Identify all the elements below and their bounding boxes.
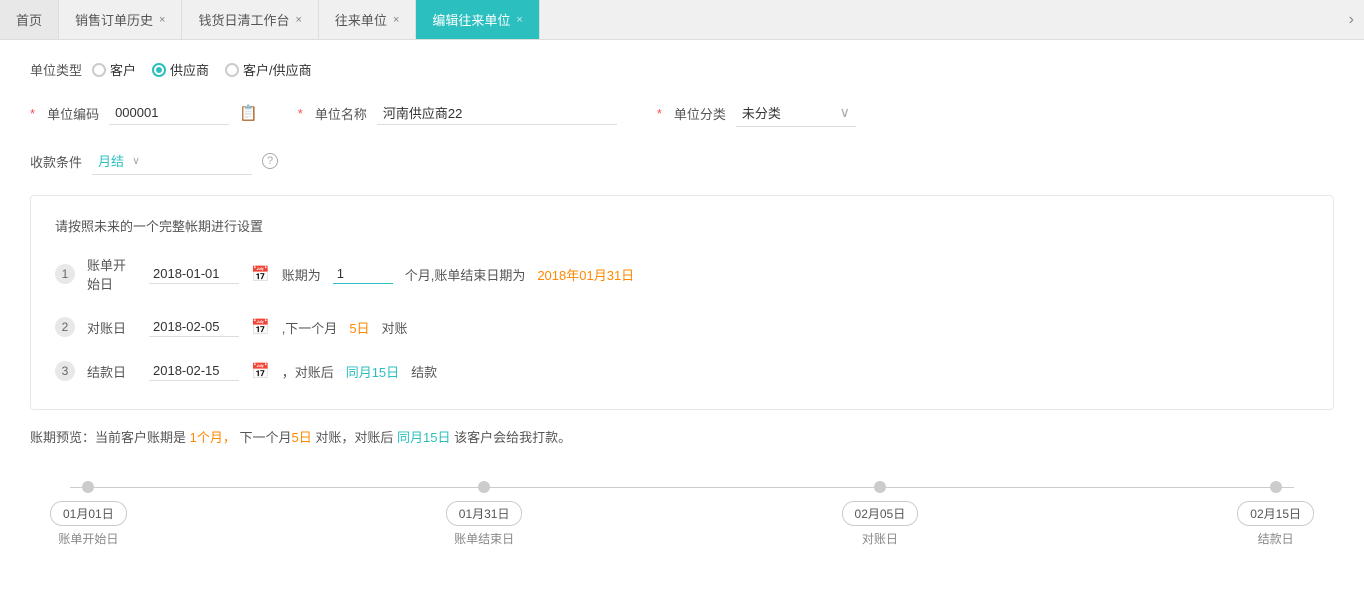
category-select[interactable]: 未分类 ∨ [736, 99, 856, 127]
tab-partner-unit[interactable]: 往来单位 × [319, 0, 416, 39]
category-value: 未分类 [742, 103, 781, 122]
preview-pay-day: 同月15日 [397, 430, 450, 445]
period-row-1: 1 账单开始日 📅 账期为 个月,账单结束日期为 2018年01月31日 [55, 255, 1309, 293]
name-input[interactable] [377, 101, 617, 125]
unit-type-row: 单位类型 客户 供应商 客户/供应商 [30, 60, 1334, 79]
main-content: 单位类型 客户 供应商 客户/供应商 * 单位编码 📋 * 单位名称 * 单位分… [0, 40, 1364, 608]
name-label: 单位名称 [315, 104, 367, 123]
preview-label: 账期预览：当前客户账期是 [30, 430, 186, 445]
timeline-node-2: 01月31日 账单结束日 [446, 469, 523, 547]
period-date-1[interactable] [149, 264, 239, 284]
tab-bar: 首页 销售订单历史 × 钱货日清工作台 × 往来单位 × 编辑往来单位 × › [0, 0, 1364, 40]
radio-circle-both [225, 63, 239, 77]
period-pay-suffix: 结款 [411, 362, 437, 381]
period-row-2: 2 对账日 📅 ,下一个月 5日 对账 [55, 317, 1309, 337]
period-label-3: 结款日 [87, 362, 137, 381]
period-settings-box: 请按照未来的一个完整帐期进行设置 1 账单开始日 📅 账期为 个月,账单结束日期… [30, 195, 1334, 410]
unit-type-radio-group: 客户 供应商 客户/供应商 [92, 60, 312, 79]
code-required: * [30, 106, 35, 121]
timeline-dot-2 [478, 481, 490, 493]
timeline-label-2: 账单结束日 [454, 530, 514, 547]
preview-reconcile-prefix: 下一个月 [240, 430, 292, 445]
period-suffix-before-1: 账期为 [282, 265, 321, 284]
period-num-2: 2 [55, 317, 75, 337]
unit-type-label: 单位类型 [30, 60, 82, 79]
tab-scroll-arrow[interactable]: › [1339, 0, 1364, 39]
code-label: 单位编码 [47, 104, 99, 123]
timeline-dot-1 [82, 481, 94, 493]
radio-both[interactable]: 客户/供应商 [225, 60, 312, 79]
period-num-1: 1 [55, 264, 75, 284]
timeline-label-3: 对账日 [862, 530, 898, 547]
period-reconcile-day: 5日 [349, 318, 369, 337]
period-suffix-mid-1: 个月,账单结束日期为 [405, 265, 526, 284]
timeline-node-3: 02月05日 对账日 [842, 469, 919, 547]
timeline-dot-4 [1270, 481, 1282, 493]
timeline-label-1: 账单开始日 [58, 530, 118, 547]
category-label: 单位分类 [674, 104, 726, 123]
timeline-nodes: 01月01日 账单开始日 01月31日 账单结束日 02月05日 对账日 [50, 469, 1314, 547]
period-instruction: 请按照未来的一个完整帐期进行设置 [55, 216, 1309, 235]
timeline-dot-3 [874, 481, 886, 493]
period-label-1: 账单开始日 [87, 255, 137, 293]
period-cal-3[interactable]: 📅 [251, 362, 270, 380]
period-pay-day: 同月15日 [346, 362, 399, 381]
payment-value: 月结 [98, 151, 124, 170]
timeline-node-4: 02月15日 结款日 [1237, 469, 1314, 547]
payment-arrow-icon: ∨ [132, 154, 140, 167]
payment-select[interactable]: 月结 ∨ [92, 147, 252, 175]
timeline-badge-1: 01月01日 [50, 501, 127, 526]
timeline-container: 01月01日 账单开始日 01月31日 账单结束日 02月05日 对账日 [30, 469, 1334, 547]
category-required: * [657, 106, 662, 121]
tab-close-sales-history[interactable]: × [159, 14, 165, 26]
radio-circle-supplier [152, 63, 166, 77]
timeline-badge-3: 02月05日 [842, 501, 919, 526]
period-cal-1[interactable]: 📅 [251, 265, 270, 283]
period-end-date-highlight: 2018年01月31日 [537, 265, 634, 284]
timeline-badge-2: 01月31日 [446, 501, 523, 526]
radio-circle-customer [92, 63, 106, 77]
period-date-3[interactable] [149, 361, 239, 381]
tab-cash-desk[interactable]: 钱货日清工作台 × [182, 0, 318, 39]
timeline-node-1: 01月01日 账单开始日 [50, 469, 127, 547]
help-icon[interactable]: ? [262, 153, 278, 169]
payment-row: 收款条件 月结 ∨ ? [30, 147, 1334, 175]
preview-months: 1个月， [190, 430, 236, 445]
timeline-label-4: 结款日 [1258, 530, 1294, 547]
code-input[interactable] [109, 101, 229, 125]
code-pick-icon[interactable]: 📋 [239, 104, 258, 122]
period-pay-prefix: ，对账后 [282, 362, 334, 381]
preview-reconcile-text: 对账，对账后 [315, 430, 393, 445]
tab-edit-partner[interactable]: 编辑往来单位 × [416, 0, 539, 39]
preview-section: 账期预览：当前客户账期是 1个月， 下一个月5日 对账，对账后 同月15日 该客… [30, 426, 1334, 449]
period-num-3: 3 [55, 361, 75, 381]
period-date-2[interactable] [149, 317, 239, 337]
period-cal-2[interactable]: 📅 [251, 318, 270, 336]
tab-home[interactable]: 首页 [0, 0, 59, 39]
period-label-2: 对账日 [87, 318, 137, 337]
code-name-category-row: * 单位编码 📋 * 单位名称 * 单位分类 未分类 ∨ [30, 99, 1334, 127]
period-months-input[interactable] [333, 264, 393, 284]
tab-close-partner-unit[interactable]: × [393, 14, 399, 26]
period-reconcile-prefix: ,下一个月 [282, 318, 338, 337]
radio-customer[interactable]: 客户 [92, 60, 136, 79]
category-arrow-icon: ∨ [840, 104, 850, 121]
preview-pay-text: 该客户会给我打款。 [454, 430, 571, 445]
tab-sales-history[interactable]: 销售订单历史 × [59, 0, 182, 39]
period-reconcile-suffix: 对账 [382, 318, 408, 337]
payment-label: 收款条件 [30, 152, 82, 171]
name-required: * [298, 106, 303, 121]
radio-supplier[interactable]: 供应商 [152, 60, 209, 79]
period-row-3: 3 结款日 📅 ，对账后 同月15日 结款 [55, 361, 1309, 381]
preview-reconcile-day: 5日 [292, 430, 312, 445]
timeline-badge-4: 02月15日 [1237, 501, 1314, 526]
tab-close-edit-partner[interactable]: × [516, 14, 522, 26]
tab-close-cash-desk[interactable]: × [295, 14, 301, 26]
